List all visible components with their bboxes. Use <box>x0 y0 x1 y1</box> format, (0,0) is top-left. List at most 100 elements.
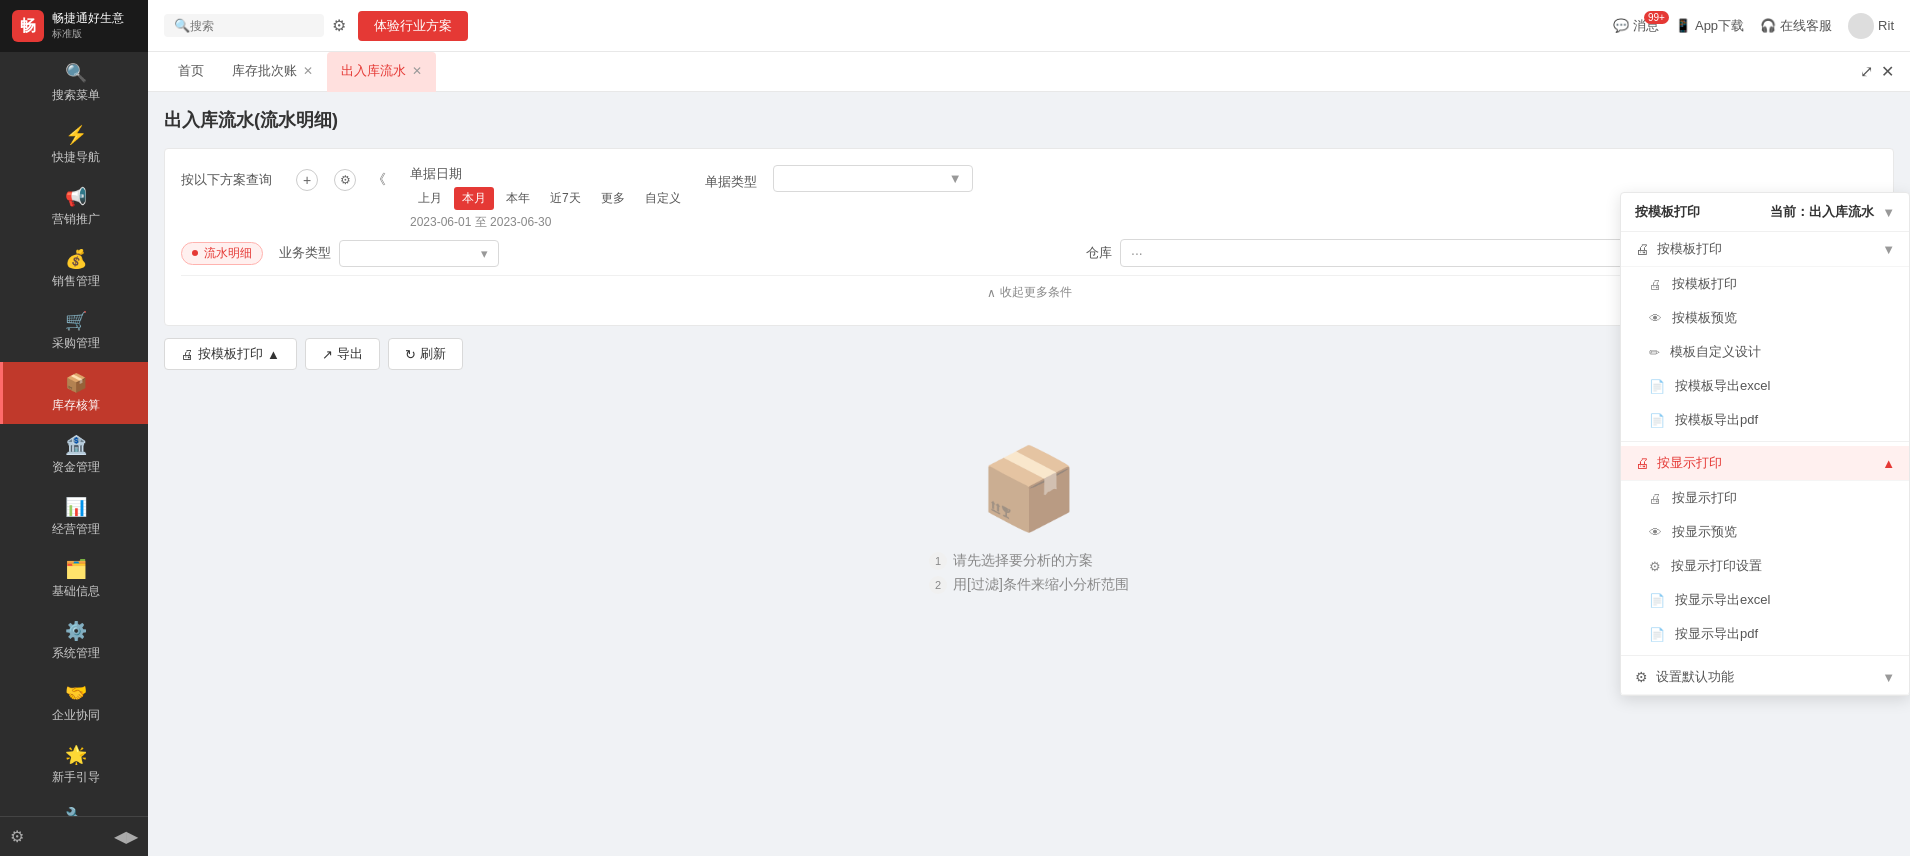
tab-expand-icon[interactable]: ⤢ <box>1860 62 1873 81</box>
type-dropdown-icon: ▼ <box>949 171 962 186</box>
collab-label: 企业协同 <box>52 707 100 724</box>
sidebar-item-shortcut[interactable]: ⚡ 快捷导航 <box>0 114 148 176</box>
set-default-icon: ⚙ <box>1635 669 1648 685</box>
display-print-item[interactable]: 🖨 按显示打印 <box>1621 481 1909 515</box>
sidebar-item-marketing[interactable]: 📢 营销推广 <box>0 176 148 238</box>
sidebar-item-system[interactable]: ⚙️ 系统管理 <box>0 610 148 672</box>
sidebar-item-purchase[interactable]: 🛒 采购管理 <box>0 300 148 362</box>
display-excel-label: 按显示导出excel <box>1675 591 1770 609</box>
filter-tag-item[interactable]: 流水明细 <box>181 242 263 265</box>
display-pdf-icon: 📄 <box>1649 627 1665 642</box>
display-export-pdf-item[interactable]: 📄 按显示导出pdf <box>1621 617 1909 651</box>
tab-home[interactable]: 首页 <box>164 52 218 92</box>
template-export-excel-item[interactable]: 📄 按模板导出excel <box>1621 369 1909 403</box>
display-preview-label: 按显示预览 <box>1672 523 1737 541</box>
template-section-arrow: ▼ <box>1882 242 1895 257</box>
tabs-controls: ⤢ ✕ <box>1860 62 1894 81</box>
display-print-label: 按显示打印 <box>1672 489 1737 507</box>
sidebar-item-inventory[interactable]: 📦 库存核算 <box>0 362 148 424</box>
print-panel-header: 按模板打印 当前：出入库流水 ▼ <box>1621 193 1909 232</box>
date-tab-more[interactable]: 更多 <box>593 187 633 210</box>
app-icon: 📱 <box>1675 18 1691 33</box>
notification-btn[interactable]: 💬 消息 99+ <box>1613 17 1659 35</box>
hint-num-2: 2 <box>929 576 947 594</box>
display-print-settings-item[interactable]: ⚙ 按显示打印设置 <box>1621 549 1909 583</box>
sidebar-item-collab[interactable]: 🤝 企业协同 <box>0 672 148 734</box>
date-tab-current-month[interactable]: 本月 <box>454 187 494 210</box>
sidebar-item-sales[interactable]: 💰 销售管理 <box>0 238 148 300</box>
display-preview-item[interactable]: 👁 按显示预览 <box>1621 515 1909 549</box>
collapse-icon: ∧ <box>987 286 996 300</box>
date-tab-last7days[interactable]: 近7天 <box>542 187 589 210</box>
notif-badge: 99+ <box>1644 11 1669 24</box>
basic-label: 基础信息 <box>52 583 100 600</box>
logo-sub: 标准版 <box>52 27 124 41</box>
tab-batch-close[interactable]: ✕ <box>303 64 313 78</box>
sales-icon: 💰 <box>65 248 87 270</box>
export-btn[interactable]: ↗ 导出 <box>305 338 380 370</box>
sidebar-logo: 畅 畅捷通好生意 标准版 <box>0 0 148 52</box>
type-filter: 单据类型 ▼ <box>705 165 1877 192</box>
topbar-search-box[interactable]: 🔍 <box>164 14 324 37</box>
guide-label: 新手引导 <box>52 769 100 786</box>
sidebar-item-search[interactable]: 🔍 搜索菜单 <box>0 52 148 114</box>
print-btn[interactable]: 🖨 按模板打印 ▲ <box>164 338 297 370</box>
type-select[interactable]: ▼ <box>773 165 973 192</box>
biz-type-select[interactable]: ▾ <box>339 240 499 267</box>
date-tab-current-year[interactable]: 本年 <box>498 187 538 210</box>
template-customize-item[interactable]: ✏ 模板自定义设计 <box>1621 335 1909 369</box>
topbar-right: 💬 消息 99+ 📱 App下载 🎧 在线客服 Rit <box>1613 13 1894 39</box>
sidebar-collapse-icon[interactable]: ◀▶ <box>114 827 138 846</box>
sidebar-item-basic[interactable]: 🗂️ 基础信息 <box>0 548 148 610</box>
print-panel-arrow-icon[interactable]: ▼ <box>1882 205 1895 220</box>
display-print-section: 🖨 按显示打印 ▲ 🖨 按显示打印 👁 按显示预览 ⚙ <box>1621 446 1909 651</box>
date-tabs: 上月 本月 本年 近7天 更多 自定义 <box>410 187 689 210</box>
refresh-btn[interactable]: ↻ 刷新 <box>388 338 463 370</box>
template-preview-label: 按模板预览 <box>1672 309 1737 327</box>
display-section-header[interactable]: 🖨 按显示打印 ▲ <box>1621 446 1909 481</box>
user-menu[interactable]: Rit <box>1848 13 1894 39</box>
sidebar-item-finance[interactable]: 🏦 资金管理 <box>0 424 148 486</box>
sidebar-item-operations[interactable]: 📊 经营管理 <box>0 486 148 548</box>
display-settings-icon: ⚙ <box>1649 559 1661 574</box>
sidebar-settings-icon[interactable]: ⚙ <box>10 827 24 846</box>
display-export-excel-item[interactable]: 📄 按显示导出excel <box>1621 583 1909 617</box>
filter-add-button[interactable]: + <box>296 169 318 191</box>
print-panel: 按模板打印 当前：出入库流水 ▼ 🖨 按模板打印 ▼ 🖨 <box>1620 192 1910 696</box>
date-range-text: 2023-06-01 至 2023-06-30 <box>410 214 689 231</box>
filter-collapse-left[interactable]: 《 <box>372 169 394 191</box>
shortcut-icon: ⚡ <box>65 124 87 146</box>
online-service-btn[interactable]: 🎧 在线客服 <box>1760 17 1832 35</box>
sidebar-item-appstore[interactable]: 🔧 应用中心 <box>0 796 148 816</box>
tab-close-window-icon[interactable]: ✕ <box>1881 62 1894 81</box>
main-area: 🔍 ⚙ 体验行业方案 💬 消息 99+ 📱 App下载 🎧 在线客服 Rit <box>148 0 1910 856</box>
tab-inout[interactable]: 出入库流水 ✕ <box>327 52 436 92</box>
tab-inout-close[interactable]: ✕ <box>412 64 422 78</box>
trial-button[interactable]: 体验行业方案 <box>358 11 468 41</box>
template-section-header[interactable]: 🖨 按模板打印 ▼ <box>1621 232 1909 267</box>
sidebar-item-guide[interactable]: 🌟 新手引导 <box>0 734 148 796</box>
topbar-gear-icon[interactable]: ⚙ <box>332 16 346 35</box>
operations-label: 经营管理 <box>52 521 100 538</box>
template-excel-label: 按模板导出excel <box>1675 377 1770 395</box>
collab-icon: 🤝 <box>65 682 87 704</box>
finance-label: 资金管理 <box>52 459 100 476</box>
template-export-pdf-item[interactable]: 📄 按模板导出pdf <box>1621 403 1909 437</box>
sidebar-scroll: 🔍 搜索菜单 ⚡ 快捷导航 📢 营销推广 💰 销售管理 🛒 采购管理 📦 库存核… <box>0 52 148 816</box>
display-section-icon: 🖨 <box>1635 455 1649 471</box>
search-label: 搜索菜单 <box>52 87 100 104</box>
tab-batch[interactable]: 库存批次账 ✕ <box>218 52 327 92</box>
date-tab-last-month[interactable]: 上月 <box>410 187 450 210</box>
set-default-item[interactable]: ⚙ 设置默认功能 ▼ <box>1621 660 1909 695</box>
template-print-item[interactable]: 🖨 按模板打印 <box>1621 267 1909 301</box>
display-pdf-label: 按显示导出pdf <box>1675 625 1758 643</box>
search-input[interactable] <box>190 19 310 33</box>
filter-gear-button[interactable]: ⚙ <box>334 169 356 191</box>
date-tab-custom[interactable]: 自定义 <box>637 187 689 210</box>
hint-text-2: 用[过滤]条件来缩小分析范围 <box>953 576 1129 594</box>
warehouse-more-icon[interactable]: ··· <box>1131 245 1143 261</box>
template-preview-item[interactable]: 👁 按模板预览 <box>1621 301 1909 335</box>
template-section-icon: 🖨 <box>1635 241 1649 257</box>
app-download-btn[interactable]: 📱 App下载 <box>1675 17 1744 35</box>
avatar <box>1848 13 1874 39</box>
